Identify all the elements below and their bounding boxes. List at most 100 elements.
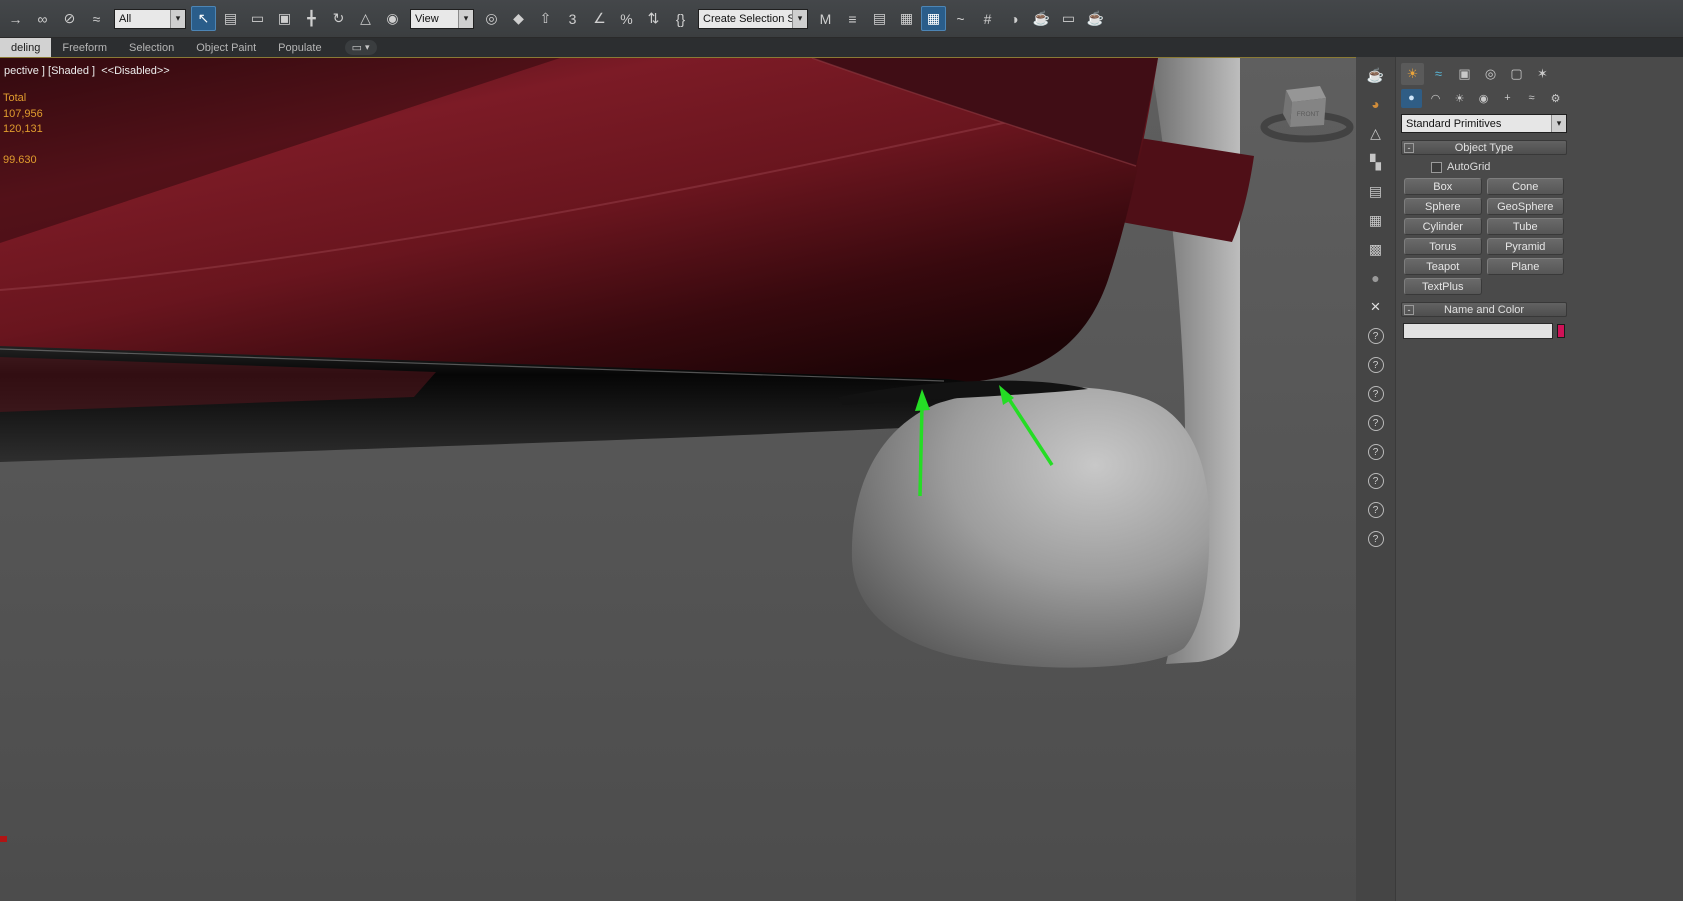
primitive-button[interactable]: Plane: [1486, 258, 1564, 275]
select-and-link-icon[interactable]: ∞: [30, 6, 55, 31]
window-crossing-toggle-icon[interactable]: ▣: [272, 6, 297, 31]
toggle-ribbon-icon[interactable]: ▦: [921, 6, 946, 31]
ribbon-tab-modeling[interactable]: deling: [0, 38, 52, 57]
sphere-icon[interactable]: ●: [1363, 266, 1389, 290]
select-and-place-icon[interactable]: ◉: [380, 6, 405, 31]
primitive-button[interactable]: Cone: [1486, 178, 1564, 195]
primitive-button[interactable]: TextPlus: [1404, 278, 1482, 295]
chevron-down-icon[interactable]: ▾: [170, 9, 185, 28]
rendered-frame-window-icon[interactable]: ▭: [1056, 6, 1081, 31]
object-type-rollout-header[interactable]: - Object Type: [1401, 140, 1567, 155]
tab-create-icon[interactable]: ☀: [1401, 62, 1424, 85]
checker-map-icon[interactable]: ▚: [1363, 150, 1389, 174]
help-icon[interactable]: ?: [1367, 328, 1384, 344]
category-geometry-icon[interactable]: ●: [1401, 88, 1422, 108]
category-systems-icon[interactable]: ⚙: [1545, 89, 1566, 108]
help-icon[interactable]: ?: [1367, 386, 1384, 402]
name-and-color-rollout-header[interactable]: - Name and Color: [1401, 302, 1567, 317]
curve-editor-icon[interactable]: ~: [948, 6, 973, 31]
material-editor-icon[interactable]: ◑: [1002, 6, 1027, 31]
primitive-type-dropdown[interactable]: Standard Primitives ▾: [1401, 114, 1567, 133]
named-selection-sets-icon[interactable]: {}: [668, 6, 693, 31]
primitive-button[interactable]: Box: [1404, 178, 1482, 195]
chevron-down-icon[interactable]: ▾: [458, 9, 473, 28]
collapse-icon[interactable]: -: [1404, 305, 1414, 315]
reference-coordinate-dropdown[interactable]: View ▾: [410, 8, 474, 29]
named-selection-set-value: Create Selection Se: [703, 12, 792, 25]
select-and-scale-icon[interactable]: △: [353, 6, 378, 31]
ribbon-tab-populate[interactable]: Populate: [267, 38, 332, 57]
render-teapot-icon[interactable]: ☕: [1363, 63, 1389, 87]
category-space-warps-icon[interactable]: ≈: [1521, 89, 1542, 108]
object-color-swatch[interactable]: [1557, 324, 1565, 338]
viewport-edge-marker: [0, 836, 7, 842]
percent-snap-icon[interactable]: %: [614, 6, 639, 31]
collapse-icon[interactable]: -: [1404, 143, 1414, 153]
render-setup-icon[interactable]: ☕: [1029, 6, 1054, 31]
align-icon[interactable]: ≡: [840, 6, 865, 31]
select-by-name-icon[interactable]: ▤: [218, 6, 243, 31]
measure-icon[interactable]: △: [1363, 121, 1389, 145]
scene-explorer-icon[interactable]: ▦: [894, 6, 919, 31]
primitive-button[interactable]: Sphere: [1404, 198, 1482, 215]
tab-modify-icon[interactable]: ≈: [1427, 63, 1450, 85]
object-name-input[interactable]: [1403, 323, 1553, 339]
chevron-down-icon[interactable]: ▾: [792, 9, 807, 28]
category-cameras-icon[interactable]: ◉: [1473, 89, 1494, 108]
schematic-view-icon[interactable]: #: [975, 6, 1000, 31]
angle-snap-icon[interactable]: ∠: [587, 6, 612, 31]
tab-motion-icon[interactable]: ◎: [1479, 63, 1502, 85]
cube-stack-icon[interactable]: ▦: [1363, 208, 1389, 232]
select-and-rotate-icon[interactable]: ↻: [326, 6, 351, 31]
annotation-arrow-left: [918, 404, 924, 497]
autogrid-checkbox[interactable]: [1431, 161, 1442, 173]
keyboard-shortcut-override-icon[interactable]: ⇧: [533, 6, 558, 31]
primitive-button[interactable]: GeoSphere: [1486, 198, 1564, 215]
layer-explorer-icon[interactable]: ▤: [867, 6, 892, 31]
help-icon[interactable]: ?: [1367, 502, 1384, 518]
render-production-icon[interactable]: ☕: [1083, 6, 1108, 31]
primitive-button[interactable]: Tube: [1486, 218, 1564, 235]
tab-utilities-icon[interactable]: ✶: [1531, 63, 1554, 85]
pattern-icon[interactable]: ▩: [1363, 237, 1389, 261]
help-icon[interactable]: ?: [1367, 357, 1384, 373]
named-selection-set-dropdown[interactable]: Create Selection Se ▾: [698, 8, 808, 29]
viewport-canvas[interactable]: FRONT: [0, 58, 1356, 901]
primitive-button[interactable]: Pyramid: [1486, 238, 1564, 255]
help-icon[interactable]: ?: [1367, 531, 1384, 547]
bind-to-space-warp-icon[interactable]: ≈: [84, 6, 109, 31]
primitive-button[interactable]: Torus: [1404, 238, 1482, 255]
ribbon-overflow-button[interactable]: ▭ ▾: [344, 40, 377, 55]
tab-hierarchy-icon[interactable]: ▣: [1453, 63, 1476, 85]
chevron-down-icon[interactable]: ▾: [1551, 115, 1566, 132]
help-icon[interactable]: ?: [1367, 415, 1384, 431]
primitive-button[interactable]: Teapot: [1404, 258, 1482, 275]
mirror-icon[interactable]: M: [813, 6, 838, 31]
select-and-manipulate-icon[interactable]: ◆: [506, 6, 531, 31]
close-icon[interactable]: ×: [1363, 295, 1389, 319]
primitive-button[interactable]: Cylinder: [1404, 218, 1482, 235]
category-helpers-icon[interactable]: +: [1497, 89, 1518, 108]
layer-stack-icon[interactable]: ▤: [1363, 179, 1389, 203]
help-icon[interactable]: ?: [1367, 444, 1384, 460]
ribbon-tab-selection[interactable]: Selection: [118, 38, 185, 57]
perspective-viewport[interactable]: FRONT pective ] [Shaded ] <<Disabled>> T…: [0, 57, 1356, 901]
use-pivot-point-center-icon[interactable]: ◎: [479, 6, 504, 31]
ribbon-tab-freeform[interactable]: Freeform: [51, 38, 118, 57]
tab-display-icon[interactable]: ▢: [1505, 63, 1528, 85]
help-icon[interactable]: ?: [1367, 473, 1384, 489]
category-shapes-icon[interactable]: ◠: [1425, 89, 1446, 108]
spinner-snap-icon[interactable]: ⇅: [641, 6, 666, 31]
side-toolbar: ☕ ◕ △ ▚ ▤ ▦ ▩ ● ×????????: [1356, 57, 1396, 901]
redo-arrow-icon[interactable]: →: [3, 6, 28, 31]
rectangular-selection-region-icon[interactable]: ▭: [245, 6, 270, 31]
category-lights-icon[interactable]: ☀: [1449, 89, 1470, 108]
ribbon-tab-object-paint[interactable]: Object Paint: [185, 38, 267, 57]
paint-bucket-icon[interactable]: ◕: [1363, 92, 1389, 116]
snap-toggle-3d-icon[interactable]: 3: [560, 6, 585, 31]
select-and-move-icon[interactable]: ╋: [299, 6, 324, 31]
viewport-label[interactable]: pective ] [Shaded ] <<Disabled>>: [4, 65, 170, 77]
selection-filter-dropdown[interactable]: All ▾: [114, 8, 186, 29]
unlink-selection-icon[interactable]: ⊘: [57, 6, 82, 31]
select-object-icon[interactable]: ↖: [191, 6, 216, 31]
